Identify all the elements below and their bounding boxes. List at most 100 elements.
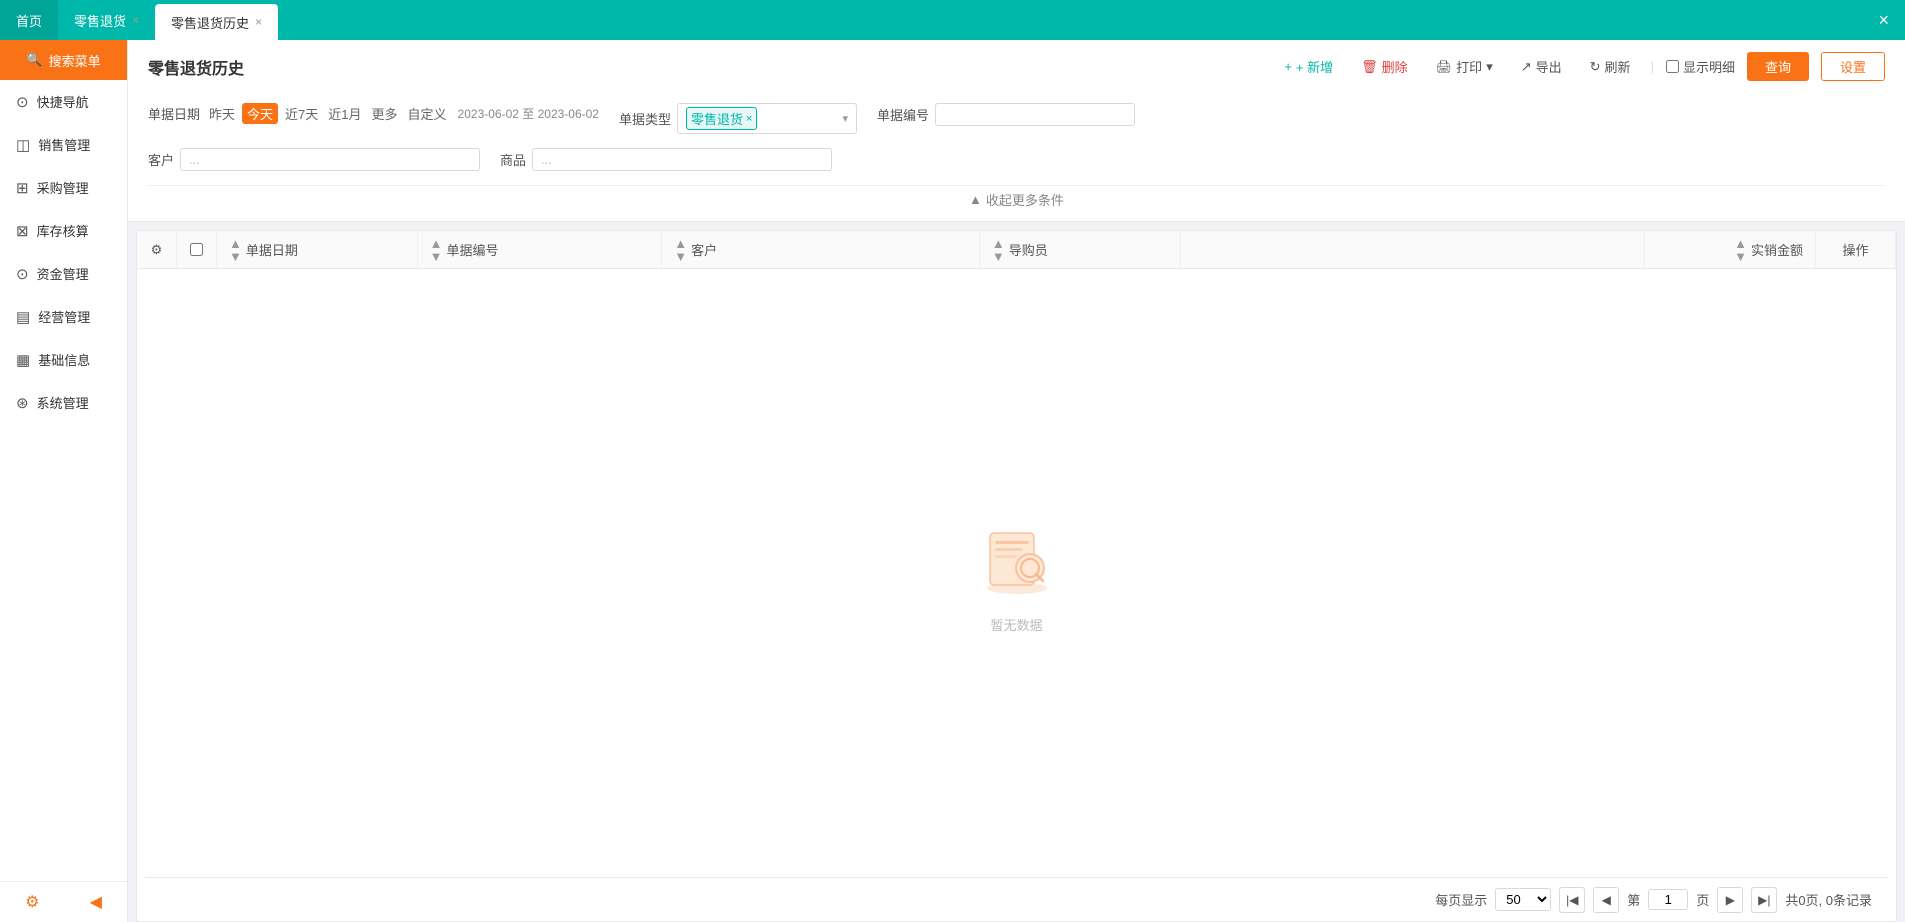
date-opt-today[interactable]: 今天 [242, 103, 278, 124]
select-all-checkbox[interactable] [190, 243, 203, 256]
sales-mgmt-icon: ◫ [16, 136, 30, 154]
date-opt-more[interactable]: 更多 [369, 103, 401, 124]
sidebar-item-inventory-check[interactable]: ⊠ 库存核算 [0, 209, 127, 252]
filter-customer: 客户 ... [148, 148, 480, 171]
export-button[interactable]: ↗ 导出 [1513, 53, 1570, 80]
page-first-button[interactable]: |◀ [1559, 887, 1585, 913]
date-range-display: 2023-06-02 至 2023-06-02 [458, 105, 599, 122]
sidebar-item-quick-nav[interactable]: ⊙ 快捷导航 [0, 80, 127, 123]
display-detail-checkbox[interactable]: 显示明细 [1666, 57, 1735, 76]
filter-voucher-type-label: 单据类型 [619, 109, 671, 128]
sidebar-search-label: 搜索菜单 [49, 51, 101, 70]
tab-retail-return-history-close[interactable]: × [255, 15, 262, 29]
collapse-bar[interactable]: ▲ 收起更多条件 [148, 185, 1885, 213]
page-suffix: 页 [1696, 890, 1709, 909]
ops-mgmt-icon: ▤ [16, 308, 30, 326]
display-detail-input[interactable] [1666, 60, 1679, 73]
main-layout: 🔍 搜索菜单 ⊙ 快捷导航 ◫ 销售管理 ⊞ 采购管理 ⊠ 库存核算 ⊙ 资金管… [0, 40, 1905, 922]
th-date-label: 单据日期 [246, 240, 298, 259]
filter-date-options: 昨天 今天 近7天 近1月 更多 自定义 2023-06-02 至 2023-0… [206, 103, 599, 124]
page-last-button[interactable]: ▶| [1751, 887, 1777, 913]
goods-dots: ... [541, 152, 552, 167]
sidebar-item-sales-mgmt-label: 销售管理 [38, 135, 90, 154]
sidebar-search[interactable]: 🔍 搜索菜单 [0, 40, 127, 80]
refresh-button[interactable]: ↻ 刷新 [1582, 53, 1639, 80]
print-icon: 🖨 [1436, 59, 1453, 75]
date-opt-1month[interactable]: 近1月 [325, 103, 364, 124]
inventory-check-icon: ⊠ [16, 222, 29, 240]
th-checkbox[interactable] [177, 231, 217, 268]
th-guide[interactable]: ▲▼ 导购员 [980, 231, 1181, 268]
collapse-icon: ▲ [969, 192, 982, 207]
print-arrow: ▾ [1486, 59, 1493, 75]
filter-goods-input[interactable]: ... [532, 148, 832, 171]
page-title-row: 零售退货历史 + + 新增 🗑 删除 🖨 打印 ▾ [148, 52, 1885, 81]
voucher-type-tag-text: 零售退货 [691, 109, 743, 128]
new-button[interactable]: + + 新增 [1276, 53, 1341, 80]
sidebar-item-finance-mgmt[interactable]: ⊙ 资金管理 [0, 252, 127, 295]
settings-icon[interactable]: ⚙ [25, 892, 39, 912]
sidebar: 🔍 搜索菜单 ⊙ 快捷导航 ◫ 销售管理 ⊞ 采购管理 ⊠ 库存核算 ⊙ 资金管… [0, 40, 128, 922]
query-button[interactable]: 查询 [1747, 52, 1809, 81]
sidebar-item-purchase-mgmt[interactable]: ⊞ 采购管理 [0, 166, 127, 209]
th-amount[interactable]: ▲▼ 实销金额 [1645, 231, 1816, 268]
finance-mgmt-icon: ⊙ [16, 265, 29, 283]
filter-voucher-no: 单据编号 [877, 103, 1135, 126]
table-header: ⚙ ▲▼ 单据日期 ▲▼ 单据编号 [137, 231, 1896, 269]
quick-nav-icon: ⊙ [16, 93, 29, 111]
th-number-label: 单据编号 [447, 240, 499, 259]
per-page-label: 每页显示 [1435, 890, 1487, 909]
page-prefix: 第 [1627, 890, 1640, 909]
voucher-type-tag-remove[interactable]: × [746, 113, 752, 125]
set-button[interactable]: 设置 [1821, 52, 1885, 81]
top-bar-close[interactable]: × [1862, 10, 1905, 31]
search-icon: 🔍 [26, 52, 42, 68]
th-spacer [1181, 231, 1645, 268]
tab-retail-return[interactable]: 零售退货 × [58, 0, 155, 40]
tab-retail-return-close[interactable]: × [132, 13, 139, 27]
filter-voucher-type-select[interactable]: 零售退货 × ▾ [677, 103, 857, 134]
filter-goods: 商品 ... [500, 148, 832, 171]
tab-home[interactable]: 首页 [0, 0, 58, 40]
th-date[interactable]: ▲▼ 单据日期 [217, 231, 418, 268]
refresh-icon: ↻ [1590, 59, 1601, 75]
page-prev-button[interactable]: ◀ [1593, 887, 1619, 913]
sidebar-item-ops-mgmt[interactable]: ▤ 经营管理 [0, 295, 127, 338]
delete-button[interactable]: 🗑 删除 [1353, 53, 1416, 80]
sidebar-item-purchase-mgmt-label: 采购管理 [37, 178, 89, 197]
collapse-icon[interactable]: ◀ [90, 892, 102, 912]
th-number[interactable]: ▲▼ 单据编号 [418, 231, 663, 268]
sidebar-item-system-mgmt[interactable]: ⊛ 系统管理 [0, 381, 127, 424]
sidebar-item-ops-mgmt-label: 经营管理 [38, 307, 90, 326]
page-input[interactable] [1648, 889, 1688, 910]
print-button[interactable]: 🖨 打印 ▾ [1428, 53, 1501, 80]
th-amount-label: 实销金额 [1751, 240, 1803, 259]
page-next-button[interactable]: ▶ [1717, 887, 1743, 913]
th-settings[interactable]: ⚙ [137, 231, 177, 268]
date-opt-7days[interactable]: 近7天 [282, 103, 321, 124]
toolbar: + + 新增 🗑 删除 🖨 打印 ▾ ↗ 导出 [1276, 52, 1885, 81]
page-size-select[interactable]: 50 10 20 100 [1495, 888, 1551, 911]
filter-voucher-no-label: 单据编号 [877, 105, 929, 124]
filter-area: 单据日期 昨天 今天 近7天 近1月 更多 自定义 2023-06-02 至 2… [148, 93, 1885, 221]
filter-voucher-type: 单据类型 零售退货 × ▾ [619, 103, 857, 134]
filter-customer-input[interactable]: ... [180, 148, 480, 171]
th-customer[interactable]: ▲▼ 客户 [662, 231, 980, 268]
sidebar-item-system-mgmt-label: 系统管理 [37, 393, 89, 412]
tab-retail-return-history[interactable]: 零售退货历史 × [155, 4, 278, 40]
filter-voucher-no-input[interactable] [935, 103, 1135, 126]
new-label: + 新增 [1296, 57, 1333, 76]
th-action: 操作 [1816, 231, 1896, 268]
pagination: 每页显示 50 10 20 100 |◀ ◀ 第 页 ▶ ▶| 共0页, 0条记… [145, 877, 1888, 921]
sidebar-item-basic-info[interactable]: ▦ 基础信息 [0, 338, 127, 381]
filter-goods-label: 商品 [500, 150, 526, 169]
th-customer-sort: ▲▼ [674, 237, 687, 263]
basic-info-icon: ▦ [16, 351, 30, 369]
date-opt-yesterday[interactable]: 昨天 [206, 103, 238, 124]
voucher-type-arrow: ▾ [842, 112, 848, 125]
tab-retail-return-label: 零售退货 [74, 11, 126, 30]
sidebar-item-sales-mgmt[interactable]: ◫ 销售管理 [0, 123, 127, 166]
empty-illustration [972, 513, 1062, 603]
refresh-label: 刷新 [1605, 57, 1631, 76]
date-opt-custom[interactable]: 自定义 [405, 103, 450, 124]
